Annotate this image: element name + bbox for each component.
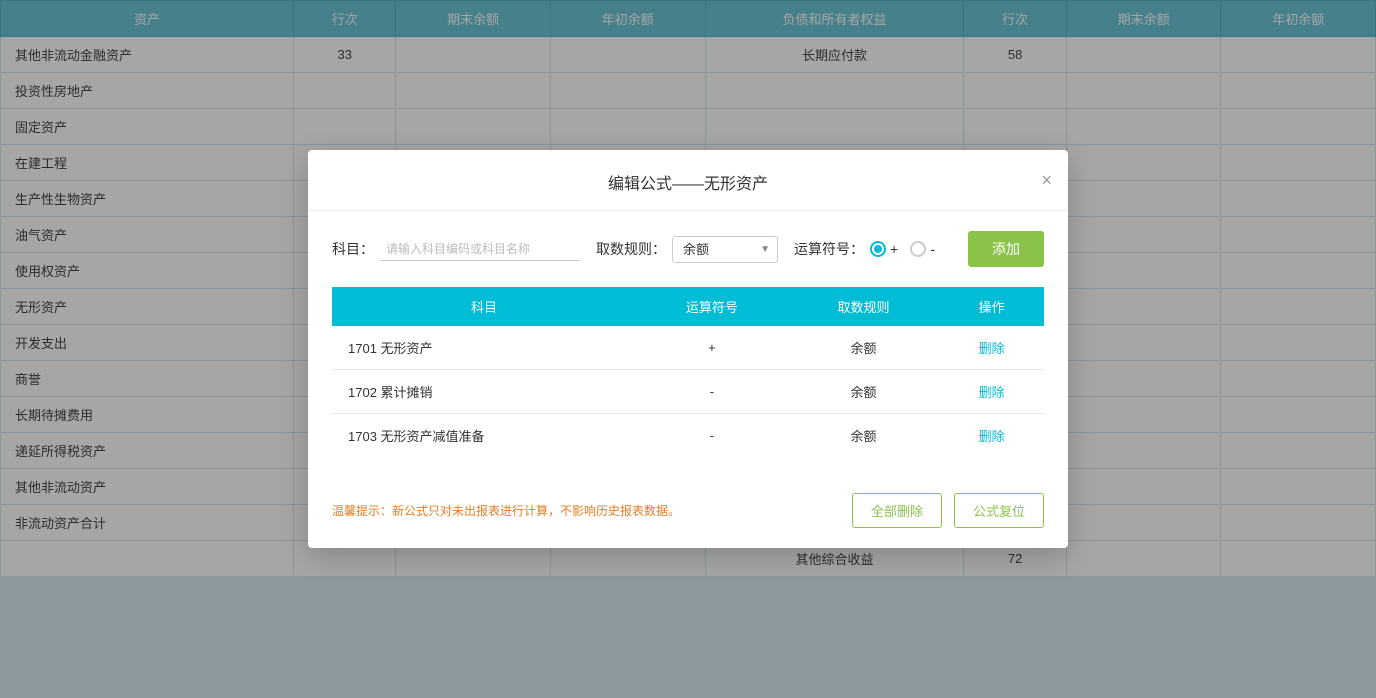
form-row: 科目： 取数规则： 余额 借方 贷方 借方发生额 贷方发生额 ▼	[332, 231, 1044, 267]
footer-buttons: 全部删除 公式复位	[852, 493, 1044, 528]
formula-subject: 1702 累计摊销	[332, 370, 636, 414]
th-operator: 运算符号	[636, 287, 788, 326]
operator-minus-label: -	[930, 241, 935, 257]
delete-row-1-button[interactable]: 删除	[979, 382, 1005, 401]
formula-table: 科目 运算符号 取数规则 操作 1701 无形资产+余额删除1702 累计摊销-…	[332, 287, 1044, 457]
formula-action: 删除	[939, 370, 1044, 414]
operator-plus-radio[interactable]: +	[870, 241, 898, 257]
subject-group: 科目：	[332, 237, 580, 261]
delete-all-button[interactable]: 全部删除	[852, 493, 942, 528]
th-subject: 科目	[332, 287, 636, 326]
formula-action: 删除	[939, 326, 1044, 370]
delete-row-2-button[interactable]: 删除	[979, 426, 1005, 445]
add-button[interactable]: 添加	[968, 231, 1044, 267]
formula-subject: 1703 无形资产减值准备	[332, 414, 636, 458]
formula-action: 删除	[939, 414, 1044, 458]
modal-header: 编辑公式——无形资产 ×	[308, 150, 1068, 211]
table-header-row: 科目 运算符号 取数规则 操作	[332, 287, 1044, 326]
operator-minus-circle	[910, 241, 926, 257]
formula-row: 1702 累计摊销-余额 删除	[332, 370, 1044, 414]
th-rule: 取数规则	[788, 287, 940, 326]
operator-group: 运算符号： + -	[794, 239, 935, 259]
formula-rule: 余额	[788, 370, 940, 414]
rule-group: 取数规则： 余额 借方 贷方 借方发生额 贷方发生额 ▼	[596, 236, 778, 263]
modal-footer: 温馨提示：新公式只对未出报表进行计算，不影响历史报表数据。 全部删除 公式复位	[308, 477, 1068, 548]
modal-dialog: 编辑公式——无形资产 × 科目： 取数规则： 余额 借方 贷方	[308, 150, 1068, 548]
modal-title: 编辑公式——无形资产	[608, 176, 768, 193]
operator-minus-radio[interactable]: -	[910, 241, 935, 257]
reset-formula-button[interactable]: 公式复位	[954, 493, 1044, 528]
modal-body: 科目： 取数规则： 余额 借方 贷方 借方发生额 贷方发生额 ▼	[308, 211, 1068, 477]
subject-label: 科目：	[332, 239, 374, 259]
rule-select-wrapper: 余额 借方 贷方 借方发生额 贷方发生额 ▼	[672, 236, 778, 263]
formula-subject: 1701 无形资产	[332, 326, 636, 370]
modal-close-button[interactable]: ×	[1041, 171, 1052, 189]
rule-select[interactable]: 余额 借方 贷方 借方发生额 贷方发生额	[672, 236, 778, 263]
formula-row: 1701 无形资产+余额 删除	[332, 326, 1044, 370]
rule-label: 取数规则：	[596, 239, 666, 259]
th-action: 操作	[939, 287, 1044, 326]
subject-input[interactable]	[380, 237, 580, 261]
hint-text: 温馨提示：新公式只对未出报表进行计算，不影响历史报表数据。	[332, 502, 680, 519]
formula-rule: 余额	[788, 326, 940, 370]
modal-overlay: 编辑公式——无形资产 × 科目： 取数规则： 余额 借方 贷方	[0, 0, 1376, 698]
formula-operator: +	[636, 326, 788, 370]
formula-operator: -	[636, 370, 788, 414]
formula-rule: 余额	[788, 414, 940, 458]
formula-row: 1703 无形资产减值准备-余额 删除	[332, 414, 1044, 458]
operator-plus-circle	[870, 241, 886, 257]
formula-operator: -	[636, 414, 788, 458]
operator-radio-group: + -	[870, 241, 935, 257]
operator-label: 运算符号：	[794, 239, 864, 259]
operator-plus-label: +	[890, 241, 898, 257]
delete-row-0-button[interactable]: 删除	[979, 338, 1005, 357]
